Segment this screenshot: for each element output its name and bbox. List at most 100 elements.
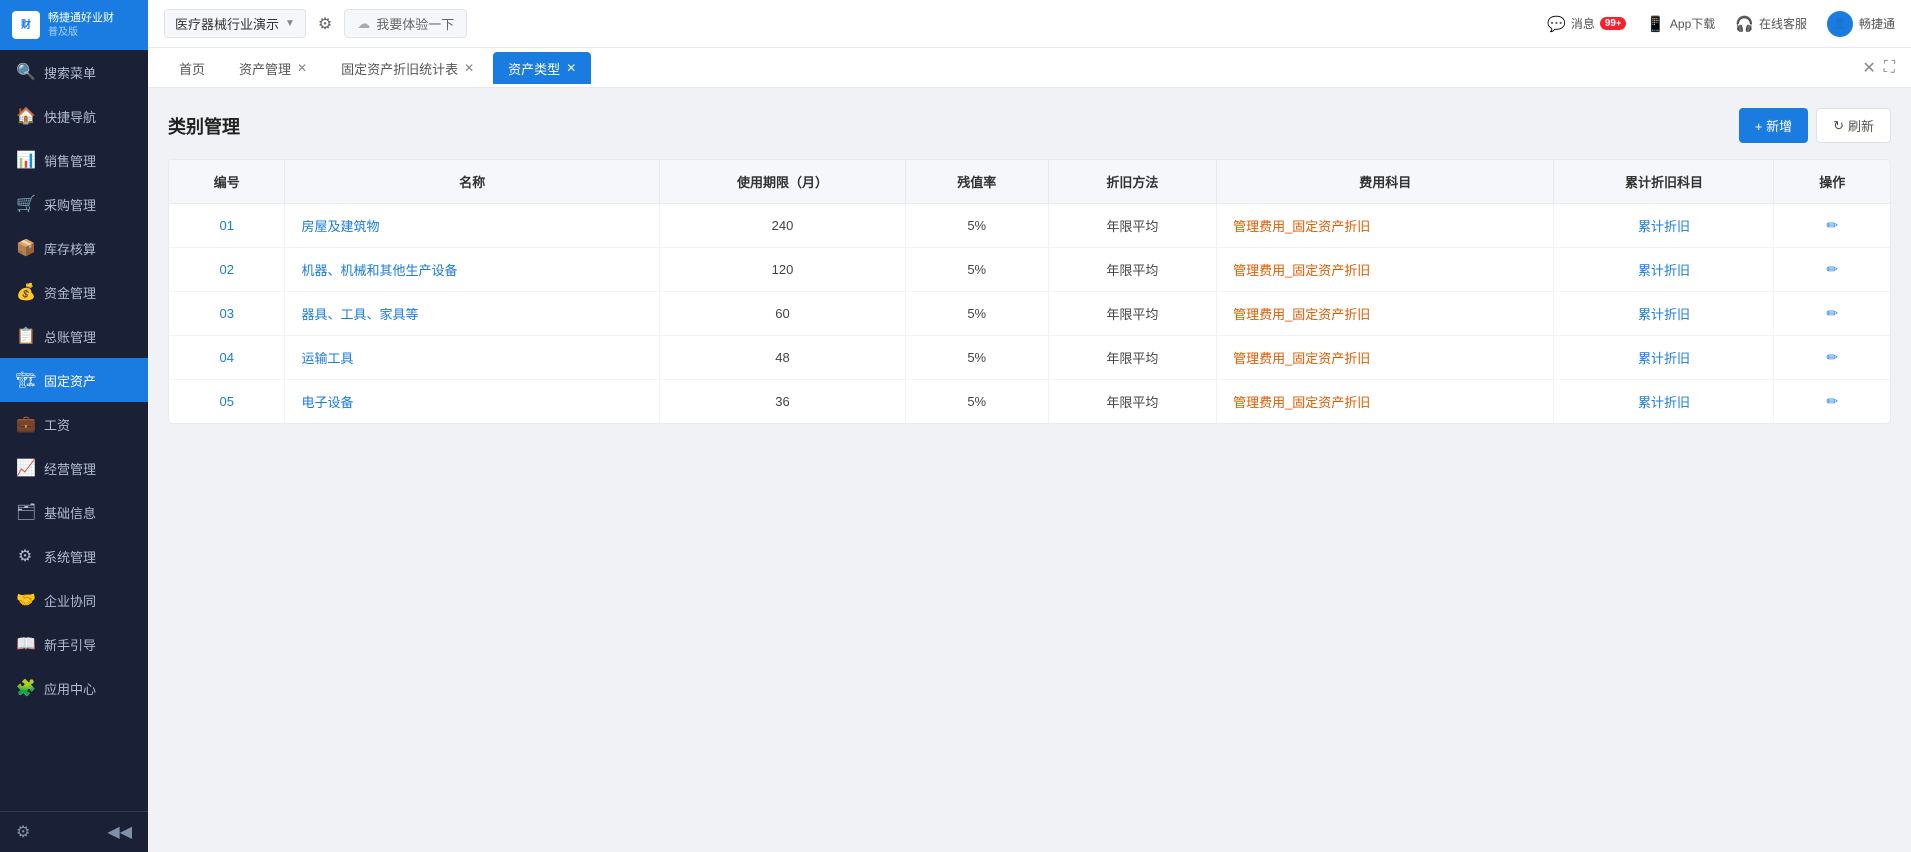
tab-assetmgmt[interactable]: 资产管理 ✕ — [224, 52, 322, 84]
msg-badge: 99 — [1600, 17, 1626, 30]
cell-method: 年限平均 — [1048, 336, 1216, 380]
cell-action[interactable]: ✏ — [1774, 248, 1890, 292]
cell-accum: 累计折旧 — [1554, 336, 1774, 380]
cell-accum: 累计折旧 — [1554, 248, 1774, 292]
sidebar-item-label: 快捷导航 — [44, 107, 96, 126]
close-icon[interactable]: ✕ — [566, 61, 576, 75]
company-selector[interactable]: 医疗器械行业演示 ▼ — [164, 9, 306, 38]
table-row: 04 运输工具 48 5% 年限平均 管理费用_固定资产折旧 累计折旧 ✏ — [169, 336, 1890, 380]
col-code: 编号 — [169, 160, 285, 204]
sidebar-item-label: 总账管理 — [44, 327, 96, 346]
edit-icon[interactable]: ✏ — [1826, 261, 1838, 277]
book-icon: 📖 — [16, 634, 34, 654]
cell-name: 器具、工具、家具等 — [285, 292, 660, 336]
sidebar-item-operation[interactable]: 📈 经营管理 — [0, 446, 148, 490]
tabs-controls: ✕ ⛶ — [1862, 58, 1895, 78]
sidebar-item-ledger[interactable]: 📋 总账管理 — [0, 314, 148, 358]
cell-code: 04 — [169, 336, 285, 380]
sidebar-item-fixedassets[interactable]: 🏗 固定资产 — [0, 358, 148, 402]
settings-icon[interactable]: ⚙ — [318, 14, 332, 34]
cell-months: 60 — [660, 292, 906, 336]
sidebar-item-inventory[interactable]: 📦 库存核算 — [0, 226, 148, 270]
tab-assetmgmt-label: 资产管理 — [239, 59, 291, 78]
cell-action[interactable]: ✏ — [1774, 380, 1890, 424]
sidebar-item-corp[interactable]: 🤝 企业协同 — [0, 578, 148, 622]
app-download-action[interactable]: 📱 App下载 — [1646, 15, 1715, 33]
experience-button[interactable]: ☁ 我要体验一下 — [344, 9, 467, 38]
sidebar-item-system[interactable]: ⚙ 系统管理 — [0, 534, 148, 578]
edit-icon[interactable]: ✏ — [1826, 349, 1838, 365]
sidebar-item-payroll[interactable]: 💼 工资 — [0, 402, 148, 446]
cell-action[interactable]: ✏ — [1774, 292, 1890, 336]
cell-expense: 管理费用_固定资产折旧 — [1217, 204, 1554, 248]
new-button[interactable]: + 新增 — [1739, 108, 1808, 143]
sidebar-item-capital[interactable]: 💰 资金管理 — [0, 270, 148, 314]
gear-icon: ⚙ — [16, 546, 34, 566]
cell-action[interactable]: ✏ — [1774, 204, 1890, 248]
sidebar-item-label: 企业协同 — [44, 591, 96, 610]
service-action[interactable]: 🎧 在线客服 — [1735, 15, 1807, 33]
cell-method: 年限平均 — [1048, 248, 1216, 292]
cell-residual: 5% — [905, 336, 1048, 380]
cell-action[interactable]: ✏ — [1774, 336, 1890, 380]
cell-code: 03 — [169, 292, 285, 336]
collapse-icon[interactable]: ◀◀ — [107, 822, 132, 842]
sidebar-item-sales[interactable]: 📊 销售管理 — [0, 138, 148, 182]
cell-residual: 5% — [905, 292, 1048, 336]
cell-expense: 管理费用_固定资产折旧 — [1217, 248, 1554, 292]
sidebar-item-purchase[interactable]: 🛒 采购管理 — [0, 182, 148, 226]
sidebar-item-guide[interactable]: 📖 新手引导 — [0, 622, 148, 666]
refresh-icon: ↻ — [1833, 118, 1844, 134]
col-action: 操作 — [1774, 160, 1890, 204]
trending-icon: 📈 — [16, 458, 34, 478]
avatar: 👤 — [1827, 11, 1853, 37]
sidebar-item-search[interactable]: 🔍 搜索菜单 — [0, 50, 148, 94]
tab-assettype[interactable]: 资产类型 ✕ — [493, 52, 591, 84]
cell-residual: 5% — [905, 380, 1048, 424]
cell-method: 年限平均 — [1048, 292, 1216, 336]
cell-months: 120 — [660, 248, 906, 292]
content-area: 类别管理 + 新增 ↻ 刷新 编号 名称 使用期限（月） 残值率 折旧方法 — [148, 88, 1911, 852]
apps-icon: 🧩 — [16, 678, 34, 698]
close-window-btn[interactable]: ✕ — [1862, 58, 1875, 78]
sidebar: 财 畅捷通好业财 普及版 🔍 搜索菜单 🏠 快捷导航 📊 销售管理 🛒 采购管理… — [0, 0, 148, 852]
cell-accum: 累计折旧 — [1554, 292, 1774, 336]
cell-method: 年限平均 — [1048, 204, 1216, 248]
close-icon[interactable]: ✕ — [297, 61, 307, 75]
sidebar-item-label: 系统管理 — [44, 547, 96, 566]
cell-residual: 5% — [905, 204, 1048, 248]
msg-label: 消息 — [1571, 15, 1595, 32]
settings-footer-icon[interactable]: ⚙ — [16, 822, 30, 842]
sidebar-item-label: 销售管理 — [44, 151, 96, 170]
edit-icon[interactable]: ✏ — [1826, 393, 1838, 409]
cell-expense: 管理费用_固定资产折旧 — [1217, 380, 1554, 424]
sidebar-item-label: 基础信息 — [44, 503, 96, 522]
edit-icon[interactable]: ✏ — [1826, 305, 1838, 321]
cell-name: 运输工具 — [285, 336, 660, 380]
msg-action[interactable]: 💬 消息 99 — [1547, 15, 1626, 33]
sidebar-item-basic[interactable]: 🗂 基础信息 — [0, 490, 148, 534]
sidebar-item-label: 固定资产 — [44, 371, 96, 390]
tab-deprstat[interactable]: 固定资产折旧统计表 ✕ — [326, 52, 489, 84]
cell-accum: 累计折旧 — [1554, 204, 1774, 248]
refresh-button[interactable]: ↻ 刷新 — [1816, 108, 1891, 143]
user-menu[interactable]: 👤 畅捷通 — [1827, 11, 1895, 37]
app-name: 畅捷通好业财 — [48, 11, 114, 25]
sidebar-scroll: 🔍 搜索菜单 🏠 快捷导航 📊 销售管理 🛒 采购管理 📦 库存核算 💰 资金管… — [0, 50, 148, 811]
close-icon[interactable]: ✕ — [464, 61, 474, 75]
page-title: 类别管理 — [168, 113, 240, 139]
sidebar-item-apps[interactable]: 🧩 应用中心 — [0, 666, 148, 710]
briefcase-icon: 💼 — [16, 414, 34, 434]
tab-home[interactable]: 首页 — [164, 52, 220, 84]
money-icon: 💰 — [16, 282, 34, 302]
user-name: 畅捷通 — [1859, 15, 1895, 32]
table-row: 05 电子设备 36 5% 年限平均 管理费用_固定资产折旧 累计折旧 ✏ — [169, 380, 1890, 424]
sidebar-item-quicknav[interactable]: 🏠 快捷导航 — [0, 94, 148, 138]
search-icon: 🔍 — [16, 62, 34, 82]
maximize-btn[interactable]: ⛶ — [1884, 59, 1895, 77]
category-table: 编号 名称 使用期限（月） 残值率 折旧方法 费用科目 累计折旧科目 操作 01… — [168, 159, 1891, 424]
sidebar-item-label: 采购管理 — [44, 195, 96, 214]
edit-icon[interactable]: ✏ — [1826, 217, 1838, 233]
page-actions: + 新增 ↻ 刷新 — [1739, 108, 1891, 143]
tabs-bar: 首页 资产管理 ✕ 固定资产折旧统计表 ✕ 资产类型 ✕ ✕ ⛶ — [148, 48, 1911, 88]
